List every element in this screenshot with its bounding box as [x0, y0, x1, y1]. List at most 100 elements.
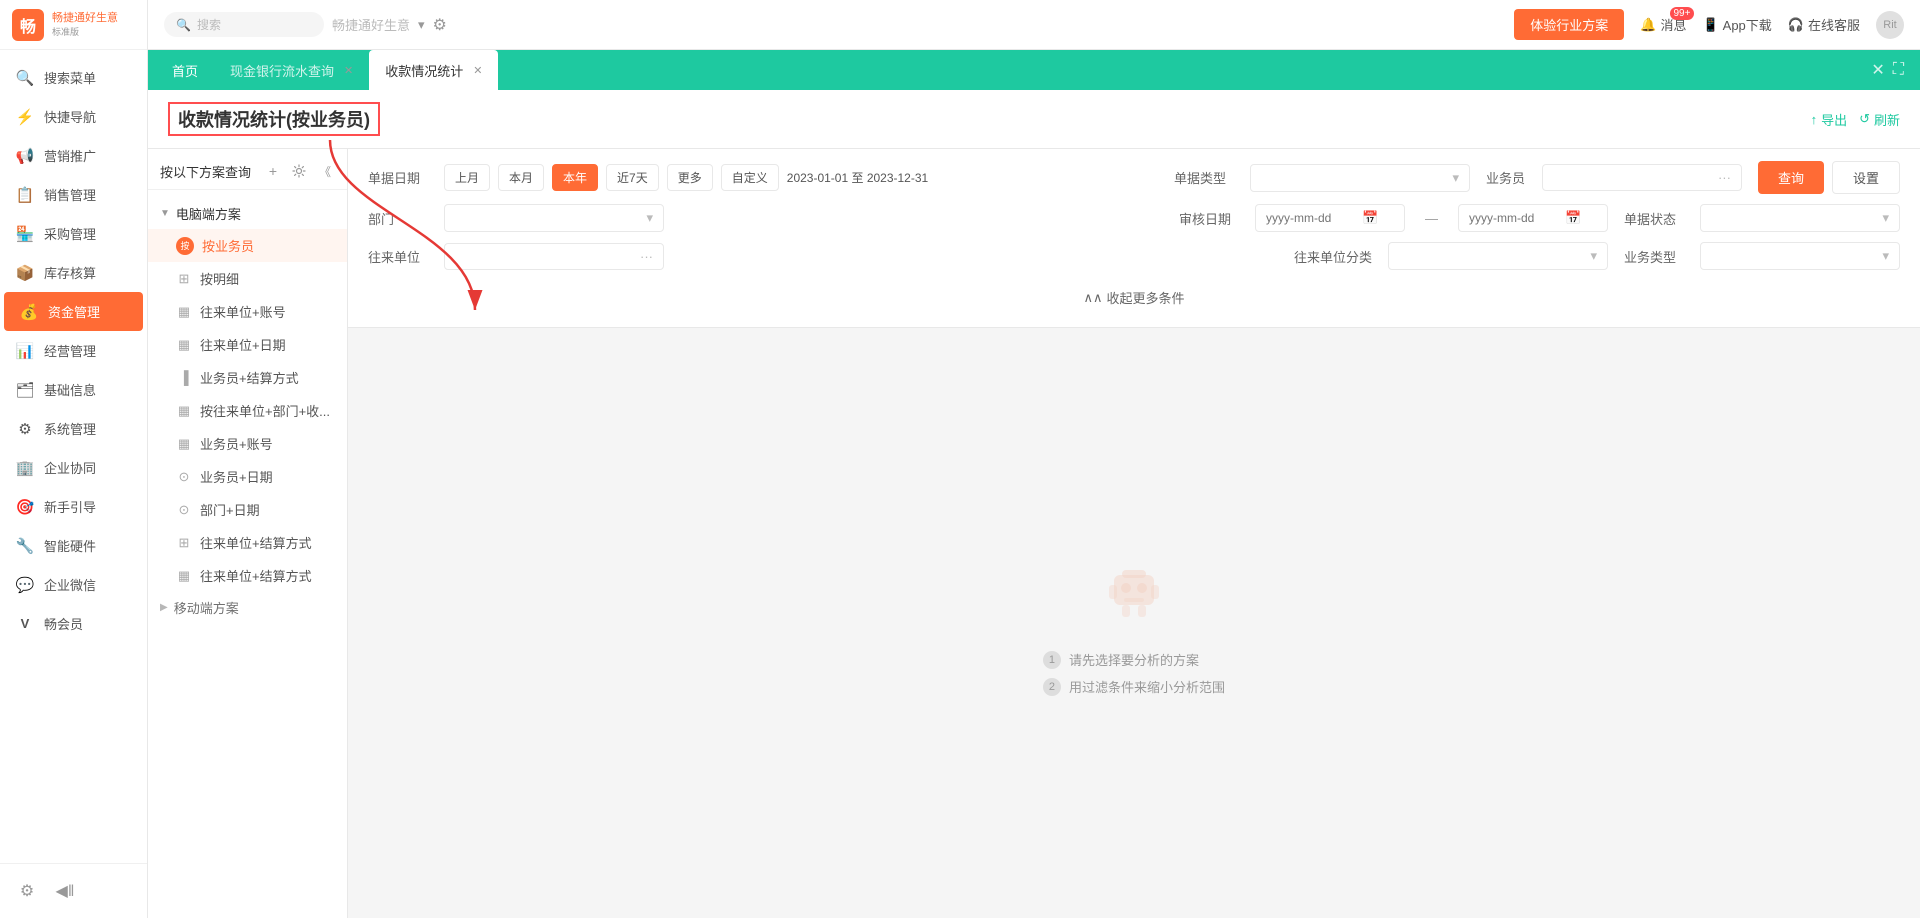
tab-receipt-close[interactable]: ✕ — [473, 64, 482, 77]
bar-chart-icon: ▐ — [176, 370, 192, 386]
counterpart-select[interactable]: ··· — [444, 243, 664, 270]
mobile-group-header[interactable]: ▶ 移动端方案 — [148, 592, 347, 623]
export-button[interactable]: ↑ 导出 — [1811, 110, 1848, 129]
sidebar-item-enterprise[interactable]: 🏢 企业协同 — [0, 448, 147, 487]
tree-item-salesman-settle[interactable]: ▐ 业务员+结算方式 — [148, 361, 347, 394]
counterpart-category-label: 往来单位分类 — [1294, 247, 1372, 266]
main-area: 🔍 搜索 畅捷通好生意 ▾ ⚙ 体验行业方案 🔔 消息 99+ 📱 App下载 … — [148, 0, 1920, 918]
dept-select[interactable]: ▾ — [444, 204, 664, 232]
review-date-start[interactable]: 📅 — [1255, 204, 1405, 232]
tab-bank[interactable]: 现金银行流水查询 ✕ — [214, 50, 369, 90]
date-btn-more[interactable]: 更多 — [667, 164, 713, 191]
sidebar-item-wechat[interactable]: 💬 企业微信 — [0, 565, 147, 604]
tab-bank-close[interactable]: ✕ — [344, 64, 353, 77]
search-icon: 🔍 — [176, 18, 191, 32]
sidebar-item-search[interactable]: 🔍 搜索菜单 — [0, 58, 147, 97]
tree-item-counterpart-account[interactable]: ▦ 往来单位+账号 — [148, 295, 347, 328]
tab-receipt[interactable]: 收款情况统计 ✕ — [369, 50, 498, 90]
sidebar-item-marketing[interactable]: 📢 营销推广 — [0, 136, 147, 175]
collapse-panel-button[interactable]: 《 — [315, 161, 335, 181]
settings-button[interactable]: 设置 — [1832, 161, 1900, 194]
doc-status-label: 单据状态 — [1624, 209, 1684, 228]
user-avatar[interactable]: Rit — [1876, 11, 1904, 39]
topbar-search[interactable]: 🔍 搜索 — [164, 12, 324, 37]
logo: 畅 畅捷通好生意 标准版 — [0, 0, 147, 50]
date-btn-this-month[interactable]: 本月 — [498, 164, 544, 191]
tree-item-counterpart-settle1[interactable]: ⊞ 往来单位+结算方式 — [148, 526, 347, 559]
sidebar-item-operation[interactable]: 📊 经营管理 — [0, 331, 147, 370]
tree-item-dept-date[interactable]: ⊙ 部门+日期 — [148, 493, 347, 526]
page-title: 收款情况统计(按业务员) — [168, 102, 380, 136]
tab-close-all-button[interactable]: ✕ — [1871, 60, 1884, 80]
review-date-end[interactable]: 📅 — [1458, 204, 1608, 232]
sidebar-item-inventory[interactable]: 📦 库存核算 — [0, 253, 147, 292]
topbar-settings-icon[interactable]: ⚙ — [433, 15, 447, 35]
tree-item-counterpart-date[interactable]: ▦ 往来单位+日期 — [148, 328, 347, 361]
sidebar-item-basicinfo[interactable]: 🗂 基础信息 — [0, 370, 147, 409]
empty-state-icon — [1094, 550, 1174, 630]
trial-button[interactable]: 体验行业方案 — [1514, 9, 1624, 40]
date-btn-custom[interactable]: 自定义 — [721, 164, 779, 191]
bell-icon: 🔔 — [1640, 17, 1656, 33]
sidebar-item-member[interactable]: V 畅会员 — [0, 604, 147, 643]
tip-num-2: 2 — [1043, 678, 1061, 696]
app-download-btn[interactable]: 📱 App下载 — [1702, 15, 1771, 34]
chevron-up-icon: ∧∧ — [1083, 290, 1102, 306]
doc-type-select[interactable]: ▾ — [1250, 164, 1470, 192]
search-placeholder: 搜索 — [197, 16, 221, 33]
desktop-group-header[interactable]: ▼ 电脑端方案 — [148, 198, 347, 229]
tree-item-by-salesman[interactable]: 按 按业务员 — [148, 229, 347, 262]
date-btn-7days[interactable]: 近7天 — [606, 164, 659, 191]
sidebar-item-shortcut[interactable]: ⚡ 快捷导航 — [0, 97, 147, 136]
add-scheme-button[interactable]: + — [263, 161, 283, 181]
left-panel-header: 按以下方案查询 + 《 — [148, 149, 347, 190]
sidebar-item-finance[interactable]: 💰 资金管理 — [4, 292, 143, 331]
table-icon: ▦ — [176, 304, 192, 320]
sidebar-collapse-button[interactable]: ◀‖ — [50, 876, 80, 906]
tree-item-salesman-date[interactable]: ⊙ 业务员+日期 — [148, 460, 347, 493]
query-button[interactable]: 查询 — [1758, 161, 1824, 194]
sidebar-item-sales[interactable]: 📋 销售管理 — [0, 175, 147, 214]
logo-text: 畅捷通好生意 — [52, 11, 118, 25]
more-icon: ··· — [1718, 170, 1731, 185]
sidebar-item-system[interactable]: ⚙ 系统管理 — [0, 409, 147, 448]
topbar: 🔍 搜索 畅捷通好生意 ▾ ⚙ 体验行业方案 🔔 消息 99+ 📱 App下载 … — [148, 0, 1920, 50]
dept-label: 部门 — [368, 209, 428, 228]
scheme-settings-button[interactable] — [289, 161, 309, 181]
tab-expand-button[interactable]: ⛶ — [1893, 61, 1904, 79]
table-icon2: ▦ — [176, 337, 192, 353]
refresh-icon: ↺ — [1859, 111, 1870, 127]
tree-item-by-detail[interactable]: ⊞ 按明细 — [148, 262, 347, 295]
table-icon4: ▦ — [176, 436, 192, 452]
date-btn-this-year[interactable]: 本年 — [552, 164, 598, 191]
doc-status-select[interactable]: ▾ — [1700, 204, 1900, 232]
filter-row-2: 部门 ▾ 审核日期 📅 — — [368, 204, 1900, 232]
tree-item-counterpart-settle2[interactable]: ▦ 往来单位+结算方式 — [148, 559, 347, 592]
tree-item-salesman-account[interactable]: ▦ 业务员+账号 — [148, 427, 347, 460]
date-options: 上月 本月 本年 近7天 更多 自定义 2023-01-01 至 2023-12… — [444, 164, 928, 191]
review-date-end-input[interactable] — [1469, 211, 1559, 225]
salesman-select[interactable]: ··· — [1542, 164, 1742, 191]
shortcut-icon: ⚡ — [16, 108, 34, 126]
basicinfo-icon: 🗂 — [16, 381, 34, 399]
doc-type-label: 单据类型 — [1174, 168, 1234, 187]
online-service-btn[interactable]: 🎧 在线客服 — [1788, 15, 1860, 34]
hardware-icon: 🔧 — [16, 537, 34, 555]
sidebar-settings-button[interactable]: ⚙ — [12, 876, 42, 906]
chevron-down-icon3: ▾ — [1882, 210, 1889, 226]
review-date-start-input[interactable] — [1266, 211, 1356, 225]
sidebar-item-guide[interactable]: 🎯 新手引导 — [0, 487, 147, 526]
counterpart-category-select[interactable]: ▾ — [1388, 242, 1608, 270]
enterprise-icon: 🏢 — [16, 459, 34, 477]
sidebar-item-hardware[interactable]: 🔧 智能硬件 — [0, 526, 147, 565]
tree-item-counterpart-dept[interactable]: ▦ 按往来单位+部门+收... — [148, 394, 347, 427]
sidebar-item-purchase[interactable]: 🏪 采购管理 — [0, 214, 147, 253]
refresh-button[interactable]: ↺ 刷新 — [1859, 110, 1900, 129]
notification-bell[interactable]: 🔔 消息 99+ — [1640, 15, 1686, 34]
collapse-filters-button[interactable]: ∧∧ 收起更多条件 — [368, 280, 1900, 315]
notification-badge: 99+ — [1670, 7, 1695, 20]
biz-type-select[interactable]: ▾ — [1700, 242, 1900, 270]
date-btn-last-month[interactable]: 上月 — [444, 164, 490, 191]
tab-home[interactable]: 首页 — [156, 50, 214, 90]
dropdown-icon[interactable]: ▾ — [418, 17, 425, 33]
